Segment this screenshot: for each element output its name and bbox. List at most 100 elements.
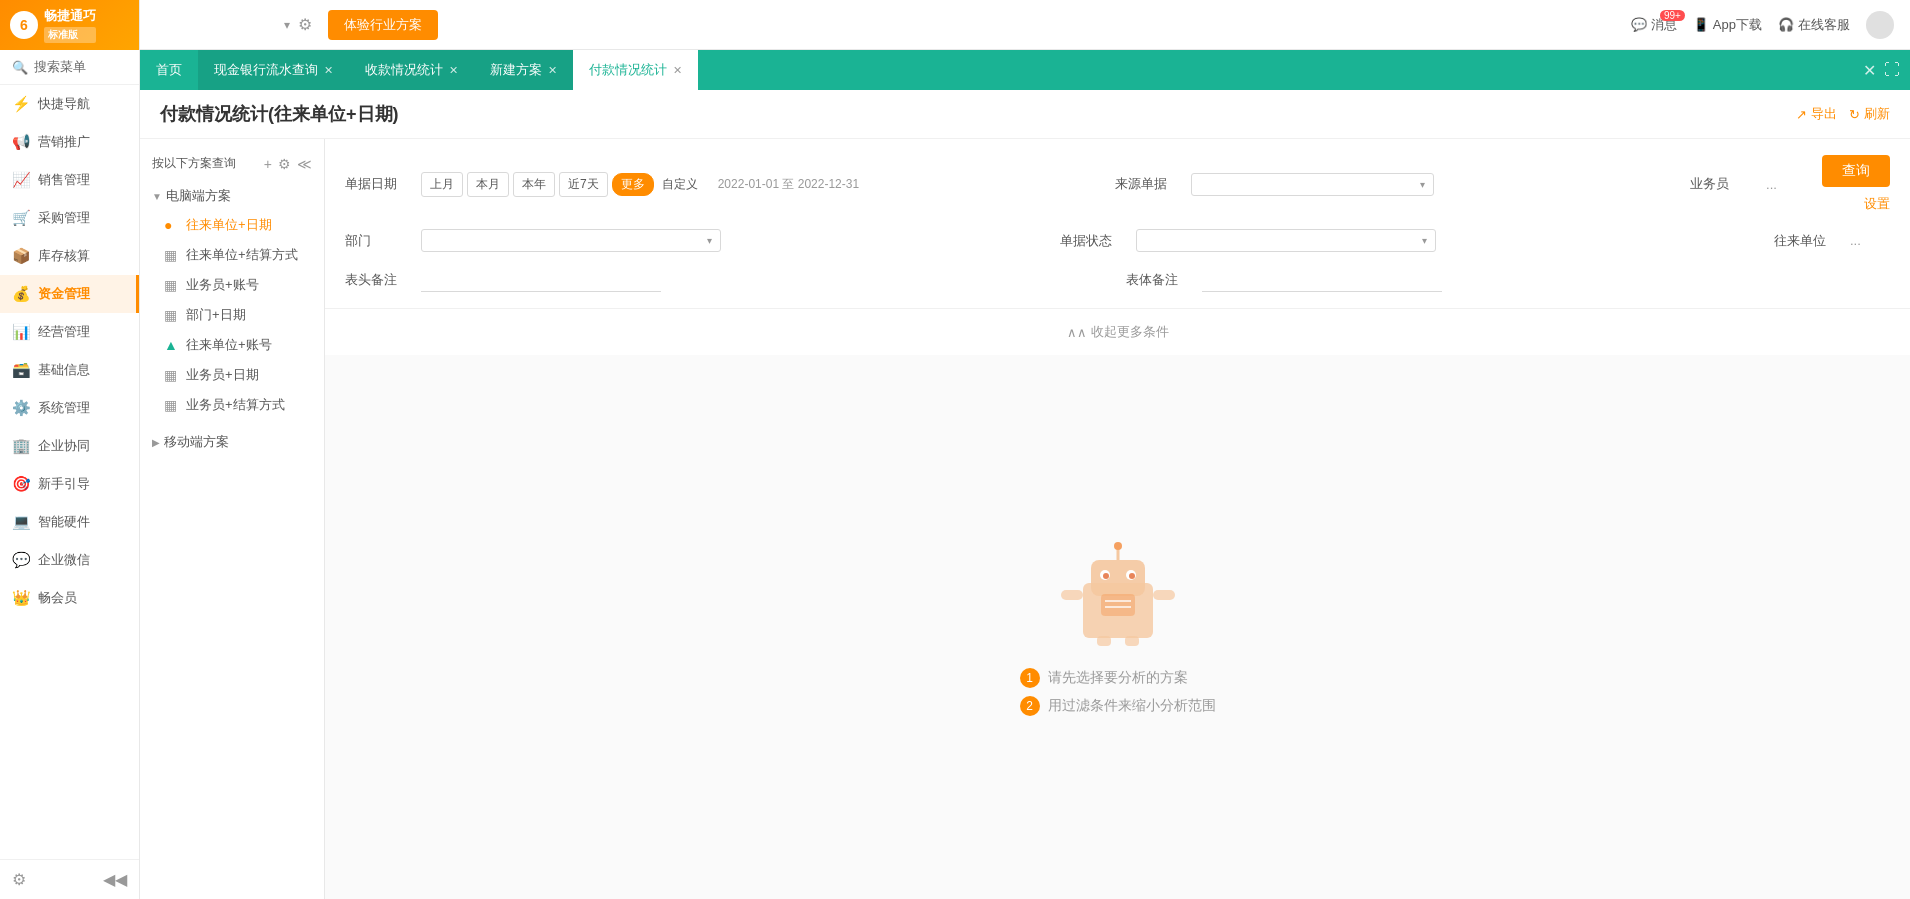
refresh-button[interactable]: ↻ 刷新: [1849, 105, 1890, 123]
topbar-right: 💬 消息 99+ 📱 App下载 🎧 在线客服: [1631, 11, 1894, 39]
filter-header-note-input[interactable]: [421, 268, 661, 292]
sidebar-item-label: 新手引导: [38, 475, 90, 493]
scheme-section-desktop-header[interactable]: ▼ 电脑端方案: [140, 182, 324, 210]
scheme-item-dept-date[interactable]: ▦ 部门+日期: [140, 300, 324, 330]
operation-icon: 📊: [12, 323, 30, 341]
date-btn-7days[interactable]: 近7天: [559, 172, 608, 197]
filter-actions: 查询 设置: [1822, 155, 1890, 213]
scheme-item-staff-date[interactable]: ▦ 业务员+日期: [140, 360, 324, 390]
export-button[interactable]: ↗ 导出: [1796, 105, 1837, 123]
tab-expand-icon[interactable]: ⛶: [1884, 61, 1900, 79]
filter-dept-label: 部门: [345, 232, 405, 250]
guide-icon: 🎯: [12, 475, 30, 493]
filter-header-note-label: 表头备注: [345, 271, 405, 289]
sidebar-item-inventory[interactable]: 📦 库存核算: [0, 237, 139, 275]
scheme-item-icon: ▲: [164, 337, 180, 353]
filter-body-note-label: 表体备注: [1126, 271, 1186, 289]
search-menu[interactable]: 🔍 搜索菜单: [0, 50, 139, 85]
date-btn-more[interactable]: 更多: [612, 173, 654, 196]
filter-dept-select[interactable]: ▾: [421, 229, 721, 252]
app-download-label: App下载: [1713, 16, 1762, 34]
sidebar-item-wechat[interactable]: 💬 企业微信: [0, 541, 139, 579]
svg-rect-8: [1061, 590, 1083, 600]
filter-staff-dots: ...: [1766, 177, 1806, 192]
scheme-item-staff-account[interactable]: ▦ 业务员+账号: [140, 270, 324, 300]
scheme-item-label: 业务员+账号: [186, 276, 259, 294]
date-btn-this-year[interactable]: 本年: [513, 172, 555, 197]
sidebar-item-marketing[interactable]: 📢 营销推广: [0, 123, 139, 161]
sidebar-item-guide[interactable]: 🎯 新手引导: [0, 465, 139, 503]
select-arrow-icon: ▾: [1422, 235, 1427, 246]
bottom-settings-icon[interactable]: ⚙: [12, 870, 26, 889]
scheme-panel-header: 按以下方案查询 + ⚙ ≪: [140, 149, 324, 178]
sidebar-item-member[interactable]: 👑 畅会员: [0, 579, 139, 617]
main-content: ▾ ⚙ 体验行业方案 💬 消息 99+ 📱 App下载 🎧 在线客服 首页: [140, 0, 1910, 899]
filter-doc-status-select[interactable]: ▾: [1136, 229, 1436, 252]
empty-state-illustration: [1053, 538, 1183, 648]
tab-close-icon[interactable]: ✕: [324, 64, 333, 77]
sidebar-item-enterprise[interactable]: 🏢 企业协同: [0, 427, 139, 465]
sidebar-item-system[interactable]: ⚙️ 系统管理: [0, 389, 139, 427]
tab-cash-flow[interactable]: 现金银行流水查询 ✕: [198, 50, 349, 90]
scheme-settings-icon[interactable]: ⚙: [278, 156, 291, 172]
sidebar-item-label: 系统管理: [38, 399, 90, 417]
select-arrow-icon: ▾: [1420, 179, 1425, 190]
sidebar-item-sales[interactable]: 📈 销售管理: [0, 161, 139, 199]
tab-close-icon[interactable]: ✕: [673, 64, 682, 77]
tab-close-icon[interactable]: ✕: [548, 64, 557, 77]
filter-row-2: 部门 ▾ 单据状态 ▾ 往来单位 ...: [345, 229, 1890, 252]
scheme-item-partner-account[interactable]: ▲ 往来单位+账号: [140, 330, 324, 360]
tab-close-icon[interactable]: ✕: [449, 64, 458, 77]
query-button[interactable]: 查询: [1822, 155, 1890, 187]
app-download-button[interactable]: 📱 App下载: [1693, 16, 1762, 34]
tab-label: 收款情况统计: [365, 61, 443, 79]
tab-label: 新建方案: [490, 61, 542, 79]
sidebar-collapse-button[interactable]: ◀◀: [103, 870, 127, 889]
topbar-dropdown-icon[interactable]: ▾: [284, 18, 290, 32]
online-service-button[interactable]: 🎧 在线客服: [1778, 16, 1850, 34]
filter-body-note-input[interactable]: [1202, 268, 1442, 292]
scheme-section-desktop: ▼ 电脑端方案 ● 往来单位+日期 ▦ 往来单位+结算方式 ▦ 业务员+账号 ▦: [140, 178, 324, 424]
topbar-settings-icon[interactable]: ⚙: [298, 15, 312, 34]
message-badge: 99+: [1660, 10, 1685, 21]
tab-new-scheme[interactable]: 新建方案 ✕: [474, 50, 573, 90]
scheme-section-mobile-header[interactable]: ▶ 移动端方案: [140, 428, 324, 456]
refresh-icon: ↻: [1849, 107, 1860, 122]
collapse-more-button[interactable]: ∧∧ 收起更多条件: [1059, 315, 1177, 349]
sidebar-item-quick-nav[interactable]: ⚡ 快捷导航: [0, 85, 139, 123]
filter-source-select[interactable]: ▾: [1191, 173, 1433, 196]
trial-button[interactable]: 体验行业方案: [328, 10, 438, 40]
sidebar-item-label: 基础信息: [38, 361, 90, 379]
scheme-item-partner-date[interactable]: ● 往来单位+日期: [140, 210, 324, 240]
filter-settings-link[interactable]: 设置: [1864, 195, 1890, 213]
scheme-item-label: 往来单位+账号: [186, 336, 272, 354]
tab-payment-details[interactable]: 付款情况统计 ✕: [573, 50, 698, 90]
sidebar-item-label: 资金管理: [38, 285, 90, 303]
logo-icon: 6: [10, 11, 38, 39]
sidebar-item-label: 企业微信: [38, 551, 90, 569]
date-btn-last-month[interactable]: 上月: [421, 172, 463, 197]
sidebar-item-label: 库存核算: [38, 247, 90, 265]
svg-point-4: [1103, 573, 1109, 579]
filter-doc-status-label: 单据状态: [1060, 232, 1120, 250]
tab-home[interactable]: 首页: [140, 50, 198, 90]
scheme-add-icon[interactable]: +: [264, 156, 272, 172]
tab-close-all-icon[interactable]: ✕: [1863, 61, 1876, 80]
scheme-item-staff-settle[interactable]: ▦ 业务员+结算方式: [140, 390, 324, 420]
sidebar-item-basic-info[interactable]: 🗃️ 基础信息: [0, 351, 139, 389]
message-button[interactable]: 💬 消息 99+: [1631, 16, 1677, 34]
tab-payment-stats[interactable]: 收款情况统计 ✕: [349, 50, 474, 90]
collapse-icon: ∧∧: [1067, 325, 1087, 340]
sidebar-item-finance[interactable]: 💰 资金管理: [0, 275, 139, 313]
export-label: 导出: [1811, 105, 1837, 123]
scheme-item-partner-settle[interactable]: ▦ 往来单位+结算方式: [140, 240, 324, 270]
scheme-collapse-icon[interactable]: ≪: [297, 156, 312, 172]
sidebar-item-operation[interactable]: 📊 经营管理: [0, 313, 139, 351]
sidebar-item-hardware[interactable]: 💻 智能硬件: [0, 503, 139, 541]
date-btn-this-month[interactable]: 本月: [467, 172, 509, 197]
sidebar-item-purchase[interactable]: 🛒 采购管理: [0, 199, 139, 237]
filter-staff-label: 业务员: [1690, 175, 1750, 193]
filter-area: 单据日期 上月 本月 本年 近7天 更多 自定义 2022-01-01 至 20…: [325, 139, 1910, 308]
breadcrumb-input[interactable]: [156, 18, 276, 32]
user-avatar[interactable]: [1866, 11, 1894, 39]
